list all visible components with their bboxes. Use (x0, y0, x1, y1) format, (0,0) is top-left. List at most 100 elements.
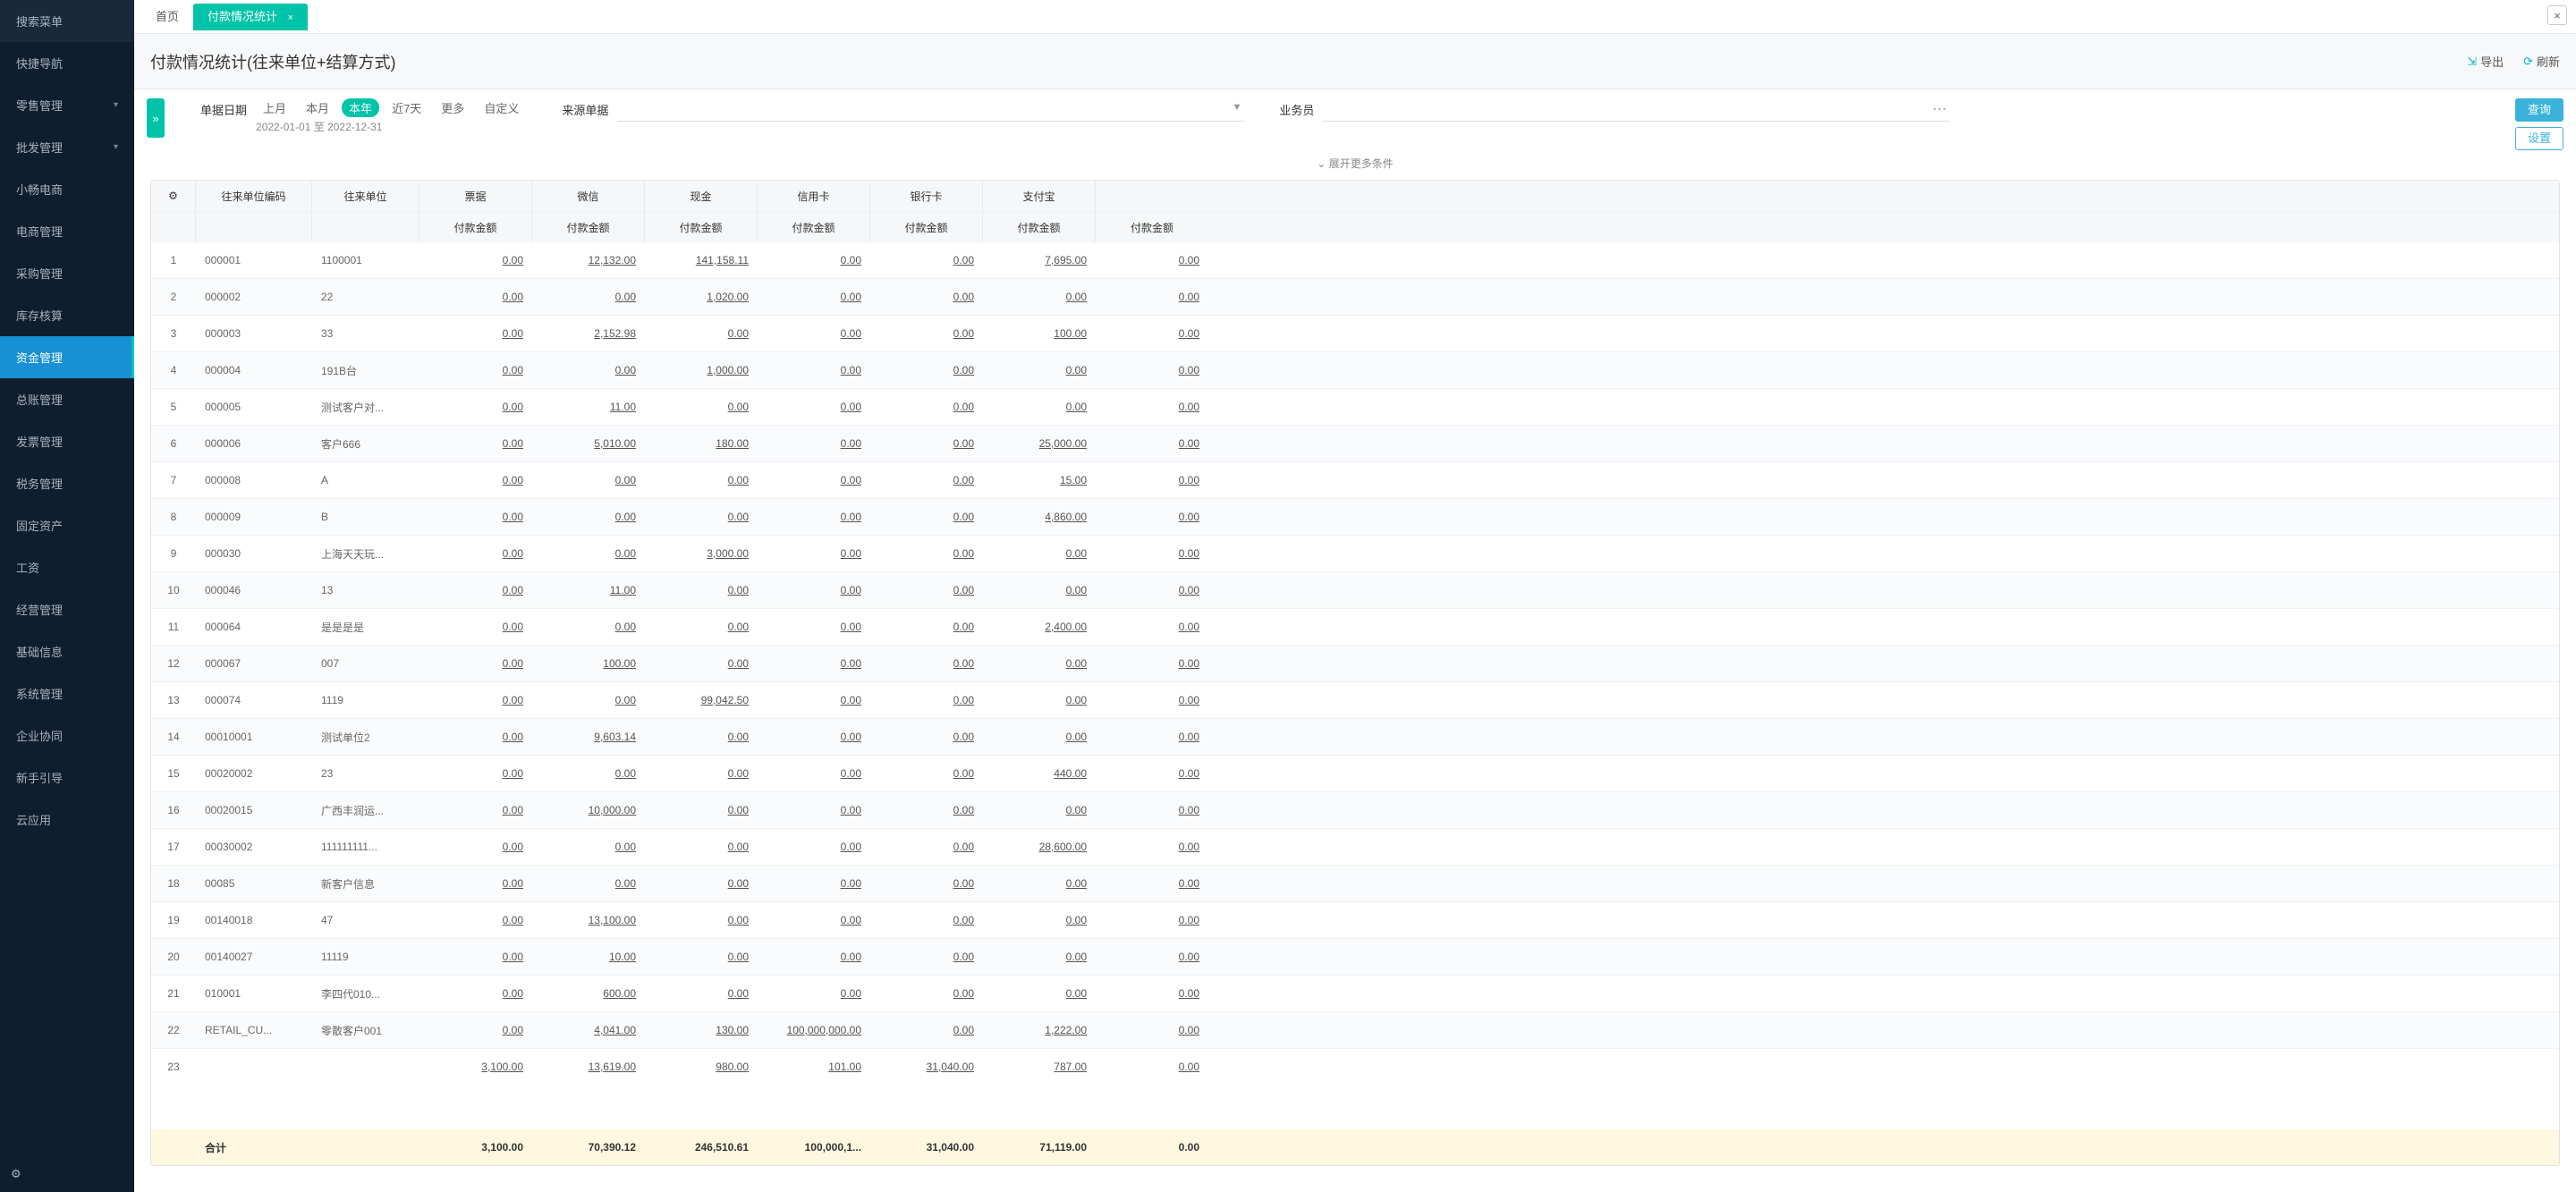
date-chip-0[interactable]: 上月 (256, 98, 293, 117)
table-row[interactable]: 7000008A0.000.000.000.000.0015.000.00 (151, 462, 2559, 499)
amount-link[interactable]: 0.00 (953, 474, 974, 486)
amount-link[interactable]: 0.00 (503, 584, 523, 596)
amount-link[interactable]: 0.00 (1066, 804, 1087, 816)
amount-link[interactable]: 0.00 (1179, 254, 1199, 266)
amount-link[interactable]: 0.00 (1179, 1024, 1199, 1036)
sidebar-item-14[interactable]: 经营管理 (0, 588, 134, 630)
amount-link[interactable]: 0.00 (1179, 511, 1199, 523)
table-row[interactable]: 3000003330.002,152.980.000.000.00100.000… (151, 316, 2559, 352)
amount-link[interactable]: 28,600.00 (1039, 841, 1087, 853)
amount-link[interactable]: 0.00 (1066, 694, 1087, 706)
amount-link[interactable]: 0.00 (728, 731, 749, 743)
amount-link[interactable]: 0.00 (503, 401, 523, 413)
amount-link[interactable]: 0.00 (615, 841, 636, 853)
tab-payment-stats[interactable]: 付款情况统计 × (193, 4, 308, 30)
col-sub-amount[interactable]: 付款金额 (419, 212, 532, 242)
date-chip-5[interactable]: 自定义 (477, 98, 526, 117)
amount-link[interactable]: 0.00 (953, 877, 974, 890)
amount-link[interactable]: 10,000.00 (589, 804, 636, 816)
amount-link[interactable]: 3,100.00 (481, 1061, 523, 1073)
amount-link[interactable]: 0.00 (841, 877, 861, 890)
amount-link[interactable]: 4,860.00 (1045, 511, 1087, 523)
salesperson-input[interactable] (1323, 98, 1949, 122)
table-row[interactable]: 1500020002230.000.000.000.000.00440.000.… (151, 756, 2559, 792)
amount-link[interactable]: 0.00 (1179, 327, 1199, 340)
amount-link[interactable]: 0.00 (1179, 1061, 1199, 1073)
close-all-tabs-button[interactable]: × (2547, 5, 2567, 25)
amount-link[interactable]: 0.00 (953, 914, 974, 926)
amount-link[interactable]: 0.00 (1179, 474, 1199, 486)
amount-link[interactable]: 0.00 (1179, 767, 1199, 780)
amount-link[interactable]: 1,000.00 (707, 364, 749, 376)
amount-link[interactable]: 0.00 (1066, 547, 1087, 560)
table-row[interactable]: 5000005测试客户对...0.0011.000.000.000.000.00… (151, 389, 2559, 426)
sidebar-item-19[interactable]: 云应用 (0, 799, 134, 841)
amount-link[interactable]: 0.00 (728, 401, 749, 413)
amount-link[interactable]: 0.00 (841, 364, 861, 376)
amount-link[interactable]: 0.00 (503, 767, 523, 780)
amount-link[interactable]: 0.00 (953, 401, 974, 413)
amount-link[interactable]: 12,132.00 (589, 254, 636, 266)
amount-link[interactable]: 25,000.00 (1039, 437, 1087, 450)
amount-link[interactable]: 7,695.00 (1045, 254, 1087, 266)
amount-link[interactable]: 1,222.00 (1045, 1024, 1087, 1036)
amount-link[interactable]: 0.00 (841, 694, 861, 706)
sidebar-item-15[interactable]: 基础信息 (0, 630, 134, 672)
amount-link[interactable]: 0.00 (841, 987, 861, 1000)
amount-link[interactable]: 0.00 (1179, 804, 1199, 816)
amount-link[interactable]: 0.00 (503, 254, 523, 266)
amount-link[interactable]: 0.00 (1179, 914, 1199, 926)
amount-link[interactable]: 2,152.98 (594, 327, 636, 340)
amount-link[interactable]: 0.00 (728, 804, 749, 816)
amount-link[interactable]: 31,040.00 (927, 1061, 974, 1073)
amount-link[interactable]: 0.00 (841, 767, 861, 780)
amount-link[interactable]: 0.00 (503, 657, 523, 670)
sidebar-item-1[interactable]: 快捷导航 (0, 42, 134, 84)
amount-link[interactable]: 13,100.00 (589, 914, 636, 926)
amount-link[interactable]: 11.00 (610, 584, 636, 596)
amount-link[interactable]: 0.00 (728, 511, 749, 523)
amount-link[interactable]: 787.00 (1054, 1061, 1087, 1073)
sidebar-item-17[interactable]: 企业协同 (0, 714, 134, 757)
amount-link[interactable]: 0.00 (953, 327, 974, 340)
table-row[interactable]: 11000064是是是是0.000.000.000.000.002,400.00… (151, 609, 2559, 646)
amount-link[interactable]: 0.00 (503, 951, 523, 963)
amount-link[interactable]: 0.00 (953, 291, 974, 303)
sidebar-item-4[interactable]: 小畅电商 (0, 168, 134, 210)
amount-link[interactable]: 440.00 (1054, 767, 1087, 780)
amount-link[interactable]: 0.00 (503, 987, 523, 1000)
amount-link[interactable]: 2,400.00 (1045, 621, 1087, 633)
table-row[interactable]: 1700030002111111111...0.000.000.000.000.… (151, 829, 2559, 866)
amount-link[interactable]: 0.00 (1179, 437, 1199, 450)
amount-link[interactable]: 0.00 (1066, 657, 1087, 670)
col-sub-amount[interactable]: 付款金额 (645, 212, 758, 242)
col-sub-amount[interactable]: 付款金额 (983, 212, 1096, 242)
amount-link[interactable]: 0.00 (728, 584, 749, 596)
amount-link[interactable]: 0.00 (615, 767, 636, 780)
amount-link[interactable]: 0.00 (841, 914, 861, 926)
amount-link[interactable]: 0.00 (953, 841, 974, 853)
amount-link[interactable]: 0.00 (503, 437, 523, 450)
date-chip-4[interactable]: 更多 (434, 98, 471, 117)
sidebar-item-9[interactable]: 总账管理 (0, 378, 134, 420)
amount-link[interactable]: 0.00 (503, 914, 523, 926)
amount-link[interactable]: 0.00 (953, 511, 974, 523)
amount-link[interactable]: 0.00 (953, 987, 974, 1000)
amount-link[interactable]: 0.00 (953, 804, 974, 816)
table-row[interactable]: 4000004191B台0.000.001,000.000.000.000.00… (151, 352, 2559, 389)
amount-link[interactable]: 0.00 (1066, 987, 1087, 1000)
amount-link[interactable]: 0.00 (953, 1024, 974, 1036)
amount-link[interactable]: 0.00 (503, 841, 523, 853)
amount-link[interactable]: 0.00 (841, 547, 861, 560)
amount-link[interactable]: 0.00 (503, 731, 523, 743)
col-sub-amount[interactable]: 付款金额 (532, 212, 645, 242)
amount-link[interactable]: 0.00 (1179, 547, 1199, 560)
amount-link[interactable]: 0.00 (728, 987, 749, 1000)
amount-link[interactable]: 0.00 (953, 254, 974, 266)
col-sub-amount[interactable]: 付款金额 (1096, 212, 1208, 242)
amount-link[interactable]: 101.00 (828, 1061, 861, 1073)
amount-link[interactable]: 0.00 (1066, 364, 1087, 376)
expand-filters-button[interactable]: ⌄ 展开更多条件 (134, 150, 2576, 180)
amount-link[interactable]: 3,000.00 (707, 547, 749, 560)
amount-link[interactable]: 0.00 (841, 951, 861, 963)
